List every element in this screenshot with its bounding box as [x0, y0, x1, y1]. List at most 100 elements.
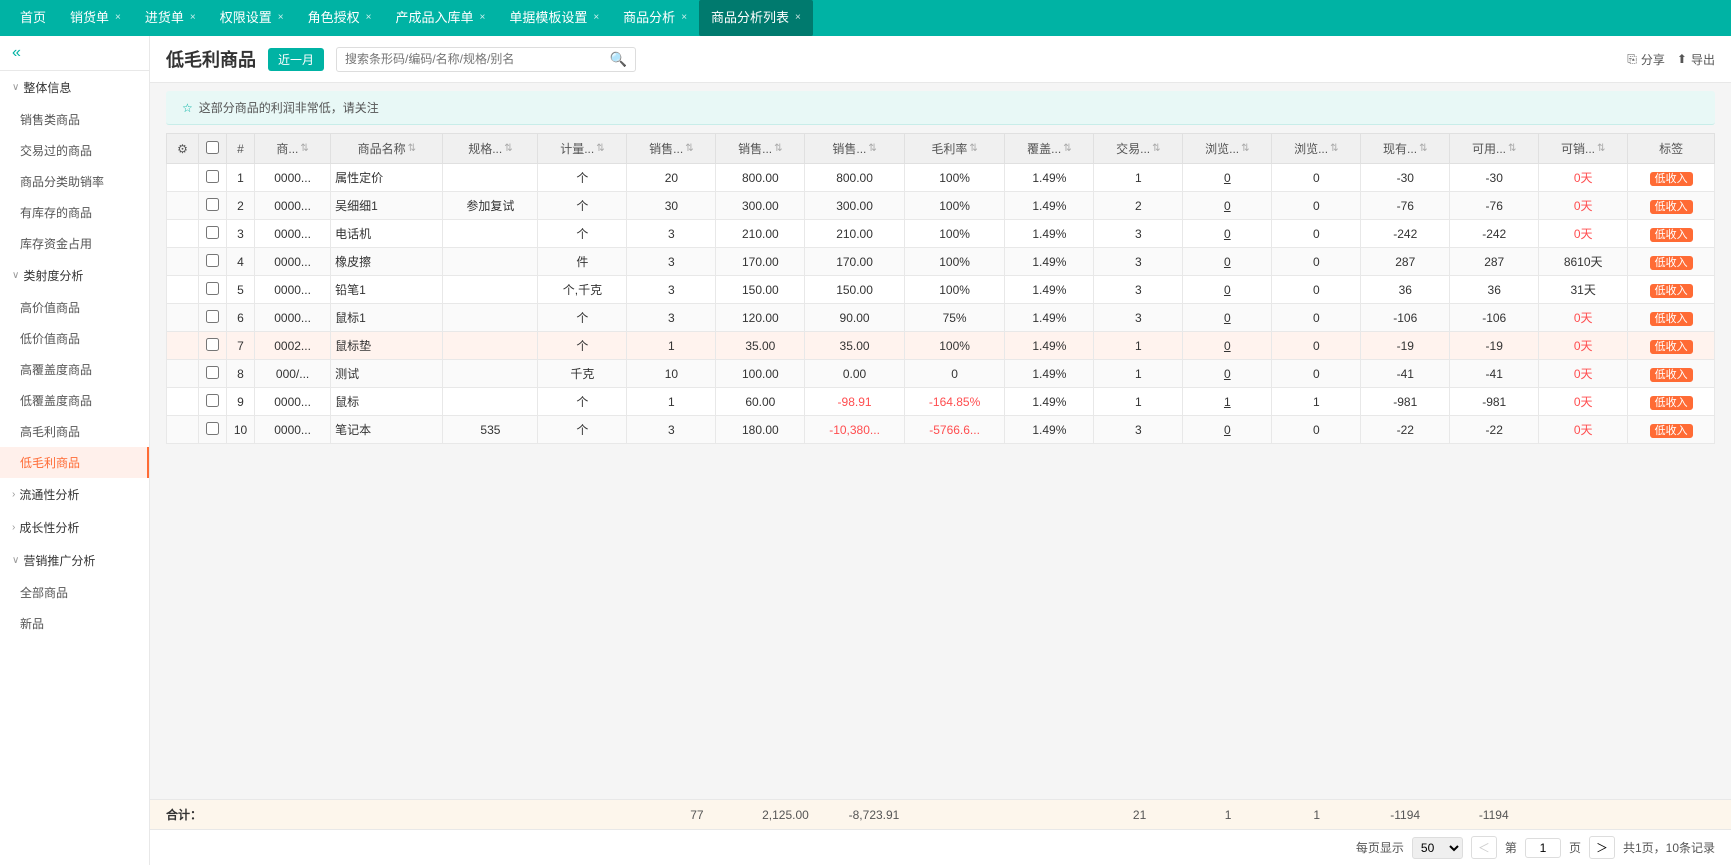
sidebar-item-high-margin[interactable]: 高毛利商品	[0, 416, 149, 447]
row-checkbox[interactable]	[199, 220, 227, 248]
sidebar-item-high-value[interactable]: 高价值商品	[0, 292, 149, 323]
sidebar-item-low-coverage[interactable]: 低覆盖度商品	[0, 385, 149, 416]
col-name[interactable]: 商品名称⇅	[331, 134, 443, 164]
nav-permissions[interactable]: 权限设置 ×	[208, 0, 296, 36]
row-trade: 1	[1094, 388, 1183, 416]
col-code[interactable]: 商...⇅	[255, 134, 331, 164]
col-available[interactable]: 可用...⇅	[1450, 134, 1539, 164]
footer-total-label: 合计：	[166, 806, 202, 823]
row-browse1[interactable]: 0	[1183, 332, 1272, 360]
nav-product-entry[interactable]: 产成品入库单 ×	[383, 0, 497, 36]
share-button[interactable]: ⎘ 分享	[1627, 51, 1665, 68]
sidebar-group-circulation[interactable]: › 流通性分析	[0, 478, 149, 511]
nav-sales[interactable]: 销货单 ×	[58, 0, 133, 36]
col-settings[interactable]: ⚙	[167, 134, 199, 164]
row-stock: 287	[1361, 248, 1450, 276]
row-browse1[interactable]: 0	[1183, 304, 1272, 332]
nav-product-analysis-close[interactable]: ×	[681, 0, 687, 36]
table-row: 3 0000... 电话机 个 3 210.00 210.00 100% 1.4…	[167, 220, 1715, 248]
nav-product-analysis[interactable]: 商品分析 ×	[611, 0, 699, 36]
nav-sales-close[interactable]: ×	[115, 0, 121, 36]
sidebar-group-class-analysis[interactable]: ∨ 类射度分析	[0, 259, 149, 292]
nav-roles[interactable]: 角色授权 ×	[296, 0, 384, 36]
row-checkbox[interactable]	[199, 388, 227, 416]
col-sales-price[interactable]: 销售...⇅	[716, 134, 805, 164]
sidebar-collapse-btn[interactable]: «	[8, 44, 25, 62]
sidebar-item-traded-goods[interactable]: 交易过的商品	[0, 135, 149, 166]
sidebar-item-category-assist[interactable]: 商品分类助销率	[0, 166, 149, 197]
sidebar-item-high-coverage[interactable]: 高覆盖度商品	[0, 354, 149, 385]
search-input[interactable]	[345, 52, 610, 66]
sidebar-item-stock-capital[interactable]: 库存资金占用	[0, 228, 149, 259]
row-name[interactable]: 鼠标垫	[331, 332, 443, 360]
row-browse1[interactable]: 0	[1183, 164, 1272, 192]
col-unit[interactable]: 计量...⇅	[538, 134, 627, 164]
col-trade[interactable]: 交易...⇅	[1094, 134, 1183, 164]
row-checkbox[interactable]	[199, 276, 227, 304]
row-browse1[interactable]: 0	[1183, 220, 1272, 248]
period-button[interactable]: 近一月	[268, 48, 324, 71]
row-browse1[interactable]: 0	[1183, 416, 1272, 444]
row-name[interactable]: 橡皮擦	[331, 248, 443, 276]
col-browse2[interactable]: 浏览...⇅	[1272, 134, 1361, 164]
sidebar-group-overall[interactable]: ∨ 整体信息	[0, 71, 149, 104]
sidebar-group-marketing[interactable]: ∨ 营销推广分析	[0, 544, 149, 577]
col-browse1[interactable]: 浏览...⇅	[1183, 134, 1272, 164]
row-name[interactable]: 测试	[331, 360, 443, 388]
page-number-input[interactable]	[1525, 838, 1561, 858]
select-all-checkbox[interactable]	[206, 141, 219, 154]
prev-page-btn[interactable]: ＜	[1471, 836, 1497, 859]
row-name[interactable]: 笔记本	[331, 416, 443, 444]
search-icon[interactable]: 🔍	[610, 51, 627, 68]
per-page-select[interactable]: 50 100 200	[1412, 837, 1463, 859]
row-checkbox[interactable]	[199, 192, 227, 220]
row-sales-price: 300.00	[716, 192, 805, 220]
nav-roles-close[interactable]: ×	[366, 0, 372, 36]
nav-product-analysis-list-close[interactable]: ×	[795, 0, 801, 36]
row-name[interactable]: 鼠标1	[331, 304, 443, 332]
nav-product-entry-close[interactable]: ×	[479, 0, 485, 36]
nav-template[interactable]: 单据模板设置 ×	[497, 0, 611, 36]
sidebar-item-low-margin[interactable]: 低毛利商品	[0, 447, 149, 478]
sort-trade-icon: ⇅	[1152, 143, 1160, 154]
export-button[interactable]: ⬆ 导出	[1677, 51, 1715, 68]
row-name[interactable]: 吴细细1	[331, 192, 443, 220]
col-spec[interactable]: 规格...⇅	[443, 134, 538, 164]
col-sales-profit[interactable]: 销售...⇅	[805, 134, 904, 164]
col-gross-rate[interactable]: 毛利率⇅	[904, 134, 1005, 164]
col-sellable[interactable]: 可销...⇅	[1539, 134, 1628, 164]
row-checkbox[interactable]	[199, 164, 227, 192]
share-icon: ⎘	[1627, 52, 1637, 67]
row-browse1[interactable]: 0	[1183, 192, 1272, 220]
row-checkbox[interactable]	[199, 304, 227, 332]
nav-permissions-close[interactable]: ×	[278, 0, 284, 36]
sidebar-item-sales-goods[interactable]: 销售类商品	[0, 104, 149, 135]
col-sales-qty[interactable]: 销售...⇅	[627, 134, 716, 164]
row-name[interactable]: 铅笔1	[331, 276, 443, 304]
row-checkbox[interactable]	[199, 416, 227, 444]
nav-purchase[interactable]: 进货单 ×	[133, 0, 208, 36]
sidebar-item-all-products[interactable]: 全部商品	[0, 577, 149, 608]
col-cover-rate[interactable]: 覆盖...⇅	[1005, 134, 1094, 164]
col-current-stock[interactable]: 现有...⇅	[1361, 134, 1450, 164]
nav-purchase-close[interactable]: ×	[190, 0, 196, 36]
row-browse1[interactable]: 0	[1183, 248, 1272, 276]
row-checkbox[interactable]	[199, 248, 227, 276]
sidebar-item-low-value[interactable]: 低价值商品	[0, 323, 149, 354]
row-browse1[interactable]: 1	[1183, 388, 1272, 416]
nav-product-analysis-list[interactable]: 商品分析列表 ×	[699, 0, 813, 36]
sidebar-item-stock-goods[interactable]: 有库存的商品	[0, 197, 149, 228]
footer-empty7	[1007, 808, 1096, 822]
sidebar-group-growth[interactable]: › 成长性分析	[0, 511, 149, 544]
row-checkbox[interactable]	[199, 332, 227, 360]
row-name[interactable]: 鼠标	[331, 388, 443, 416]
row-browse1[interactable]: 0	[1183, 360, 1272, 388]
row-name[interactable]: 电话机	[331, 220, 443, 248]
next-page-btn[interactable]: ＞	[1589, 836, 1615, 859]
sidebar-item-new-products[interactable]: 新品	[0, 608, 149, 639]
nav-home[interactable]: 首页	[8, 0, 58, 36]
nav-template-close[interactable]: ×	[593, 0, 599, 36]
row-browse1[interactable]: 0	[1183, 276, 1272, 304]
row-checkbox[interactable]	[199, 360, 227, 388]
row-name[interactable]: 属性定价	[331, 164, 443, 192]
